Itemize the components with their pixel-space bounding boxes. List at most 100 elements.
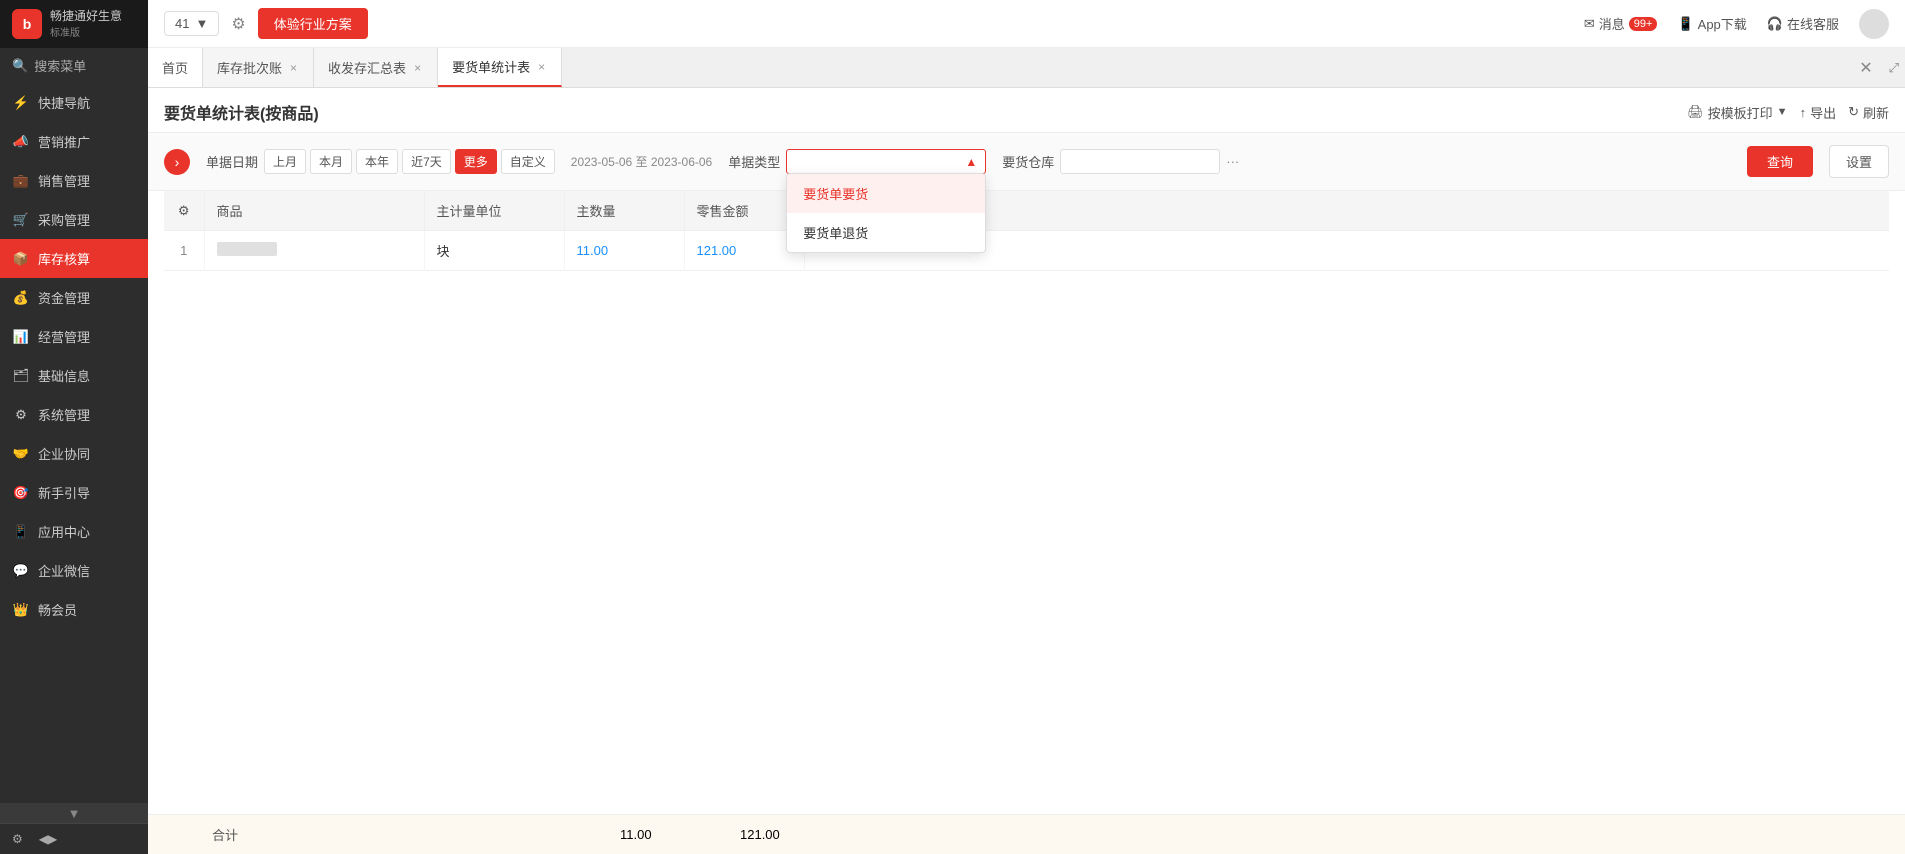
tab-inout[interactable]: 收发存汇总表 × xyxy=(314,48,438,87)
sidebar-item-finance[interactable]: 💰 资金管理 xyxy=(0,278,148,317)
col-qty: 主数量 xyxy=(564,191,684,231)
total-label: 合计 xyxy=(200,825,480,844)
table-row: 1 块 11.00 121.00 xyxy=(164,231,1889,271)
sidebar-item-marketing[interactable]: 📣 营销推广 xyxy=(0,122,148,161)
user-avatar[interactable] xyxy=(1859,9,1889,39)
app-download-btn[interactable]: 📱 App下载 xyxy=(1677,14,1746,33)
warehouse-select[interactable] xyxy=(1060,149,1220,174)
type-select[interactable]: ▲ 要货单要货 要货单退货 xyxy=(786,149,986,174)
sidebar-item-operations[interactable]: 📊 经营管理 xyxy=(0,317,148,356)
sidebar-item-label: 销售管理 xyxy=(38,171,90,190)
app-name: 畅捷通好生意 xyxy=(50,9,122,25)
sidebar-item-label: 库存核算 xyxy=(38,249,90,268)
sidebar-item-guide[interactable]: 🎯 新手引导 xyxy=(0,473,148,512)
download-icon: 📱 xyxy=(1677,16,1693,32)
tabbar-expand-btn[interactable]: ⤢ xyxy=(1883,48,1905,87)
online-service-btn[interactable]: 🎧 在线客服 xyxy=(1767,14,1839,33)
tab-inout-close[interactable]: × xyxy=(412,61,423,75)
sidebar-item-shortcut[interactable]: ⚡ 快捷导航 xyxy=(0,83,148,122)
company-dropdown-icon: ▼ xyxy=(195,16,208,31)
tabbar: 首页 库存批次账 × 收发存汇总表 × 要货单统计表 × ✕ ⤢ xyxy=(148,48,1905,88)
tab-order-stat[interactable]: 要货单统计表 × xyxy=(438,48,562,87)
this-year-btn[interactable]: 本年 xyxy=(356,149,398,174)
col-settings[interactable]: ⚙ xyxy=(164,191,204,231)
export-icon: ↑ xyxy=(1800,105,1807,120)
sidebar-item-label: 企业微信 xyxy=(38,561,90,580)
dropdown-item-order[interactable]: 要货单要货 xyxy=(787,174,985,213)
total-row: 合计 11.00 121.00 xyxy=(148,814,1905,854)
print-btn[interactable]: 🖨 按模板打印 ▼ xyxy=(1687,103,1787,122)
sidebar-item-label: 营销推广 xyxy=(38,132,90,151)
sidebar-search-label: 搜索菜单 xyxy=(34,56,86,75)
warehouse-filter-group: 要货仓库 ··· xyxy=(1002,149,1239,174)
type-select-arrow: ▲ xyxy=(965,155,977,169)
filter-expand-btn[interactable]: › xyxy=(164,149,190,175)
app-download-label: App下载 xyxy=(1698,14,1747,33)
tabbar-close-all-btn[interactable]: ✕ xyxy=(1849,48,1882,87)
sidebar-item-system[interactable]: ⚙ 系统管理 xyxy=(0,395,148,434)
print-icon: 🖨 xyxy=(1687,104,1704,120)
sidebar-item-label: 基础信息 xyxy=(38,366,90,385)
last-month-btn[interactable]: 上月 xyxy=(264,149,306,174)
company-selector[interactable]: 41 ▼ xyxy=(164,11,219,36)
sidebar-item-basic[interactable]: 🗂 基础信息 xyxy=(0,356,148,395)
dropdown-item-return-label: 要货单退货 xyxy=(803,226,868,241)
sidebar-settings-btn[interactable]: ⚙ xyxy=(12,832,23,846)
inventory-icon: 📦 xyxy=(12,250,30,268)
sidebar-item-sales[interactable]: 💼 销售管理 xyxy=(0,161,148,200)
operations-icon: 📊 xyxy=(12,328,30,346)
sidebar-item-label: 资金管理 xyxy=(38,288,90,307)
shortcut-icon: ⚡ xyxy=(12,94,30,112)
date-label: 单据日期 xyxy=(206,152,258,171)
type-dropdown-menu: 要货单要货 要货单退货 xyxy=(786,173,986,253)
sidebar-item-inventory[interactable]: 📦 库存核算 xyxy=(0,239,148,278)
row-num: 1 xyxy=(164,231,204,271)
table-header-row: ⚙ 商品 主计量单位 主数量 零售金额 xyxy=(164,191,1889,231)
sidebar: b 畅捷通好生意 标准版 🔍 搜索菜单 ⚡ 快捷导航 📣 营销推广 💼 销售管理… xyxy=(0,0,148,854)
topbar-gear-icon[interactable]: ⚙ xyxy=(231,14,245,34)
page-header: 要货单统计表(按商品) 🖨 按模板打印 ▼ ↑ 导出 ↻ 刷新 xyxy=(148,88,1905,133)
query-btn[interactable]: 查询 xyxy=(1747,146,1813,177)
trial-btn[interactable]: 体验行业方案 xyxy=(258,8,368,39)
marketing-icon: 📣 xyxy=(12,133,30,151)
this-month-btn[interactable]: 本月 xyxy=(310,149,352,174)
col-unit: 主计量单位 xyxy=(424,191,564,231)
warehouse-more-btn[interactable]: ··· xyxy=(1226,154,1239,169)
more-btn[interactable]: 更多 xyxy=(455,149,497,174)
type-label: 单据类型 xyxy=(728,152,780,171)
sidebar-item-enterprise[interactable]: 🤝 企业协同 xyxy=(0,434,148,473)
settings-btn[interactable]: 设置 xyxy=(1829,145,1889,178)
footer-area: 合计 11.00 121.00 xyxy=(148,814,1905,854)
tab-home[interactable]: 首页 xyxy=(148,48,203,87)
row-qty: 11.00 xyxy=(564,231,684,271)
custom-btn[interactable]: 自定义 xyxy=(501,149,555,174)
company-id: 41 xyxy=(175,16,189,31)
filter-bar: › 单据日期 上月 本月 本年 近7天 更多 自定义 2023-05-06 至 … xyxy=(148,133,1905,191)
sidebar-item-apps[interactable]: 📱 应用中心 xyxy=(0,512,148,551)
export-btn[interactable]: ↑ 导出 xyxy=(1800,103,1837,122)
sidebar-item-label: 经营管理 xyxy=(38,327,90,346)
sales-icon: 💼 xyxy=(12,172,30,190)
refresh-btn[interactable]: ↻ 刷新 xyxy=(1848,103,1889,122)
tab-order-stat-close[interactable]: × xyxy=(536,60,547,74)
tab-batch[interactable]: 库存批次账 × xyxy=(203,48,314,87)
dropdown-item-return[interactable]: 要货单退货 xyxy=(787,213,985,252)
row-unit: 块 xyxy=(424,231,564,271)
last7-btn[interactable]: 近7天 xyxy=(402,149,451,174)
type-select-text xyxy=(795,154,965,169)
sidebar-item-wechat[interactable]: 💬 企业微信 xyxy=(0,551,148,590)
tab-batch-close[interactable]: × xyxy=(288,61,299,75)
sidebar-collapse-btn[interactable]: ◀▶ xyxy=(39,832,57,846)
guide-icon: 🎯 xyxy=(12,484,30,502)
col-product: 商品 xyxy=(204,191,424,231)
sidebar-item-label: 应用中心 xyxy=(38,522,90,541)
product-placeholder xyxy=(217,242,277,256)
content-area: 要货单统计表(按商品) 🖨 按模板打印 ▼ ↑ 导出 ↻ 刷新 › xyxy=(148,88,1905,854)
sidebar-scroll-down[interactable]: ▼ xyxy=(0,803,148,823)
messages-btn[interactable]: ✉ 消息 99+ xyxy=(1584,14,1658,33)
sidebar-item-purchase[interactable]: 🛒 采购管理 xyxy=(0,200,148,239)
total-qty: 11.00 xyxy=(620,827,740,842)
sidebar-item-member[interactable]: 👑 畅会员 xyxy=(0,590,148,629)
member-icon: 👑 xyxy=(12,601,30,619)
sidebar-item-search[interactable]: 🔍 搜索菜单 xyxy=(0,48,148,83)
